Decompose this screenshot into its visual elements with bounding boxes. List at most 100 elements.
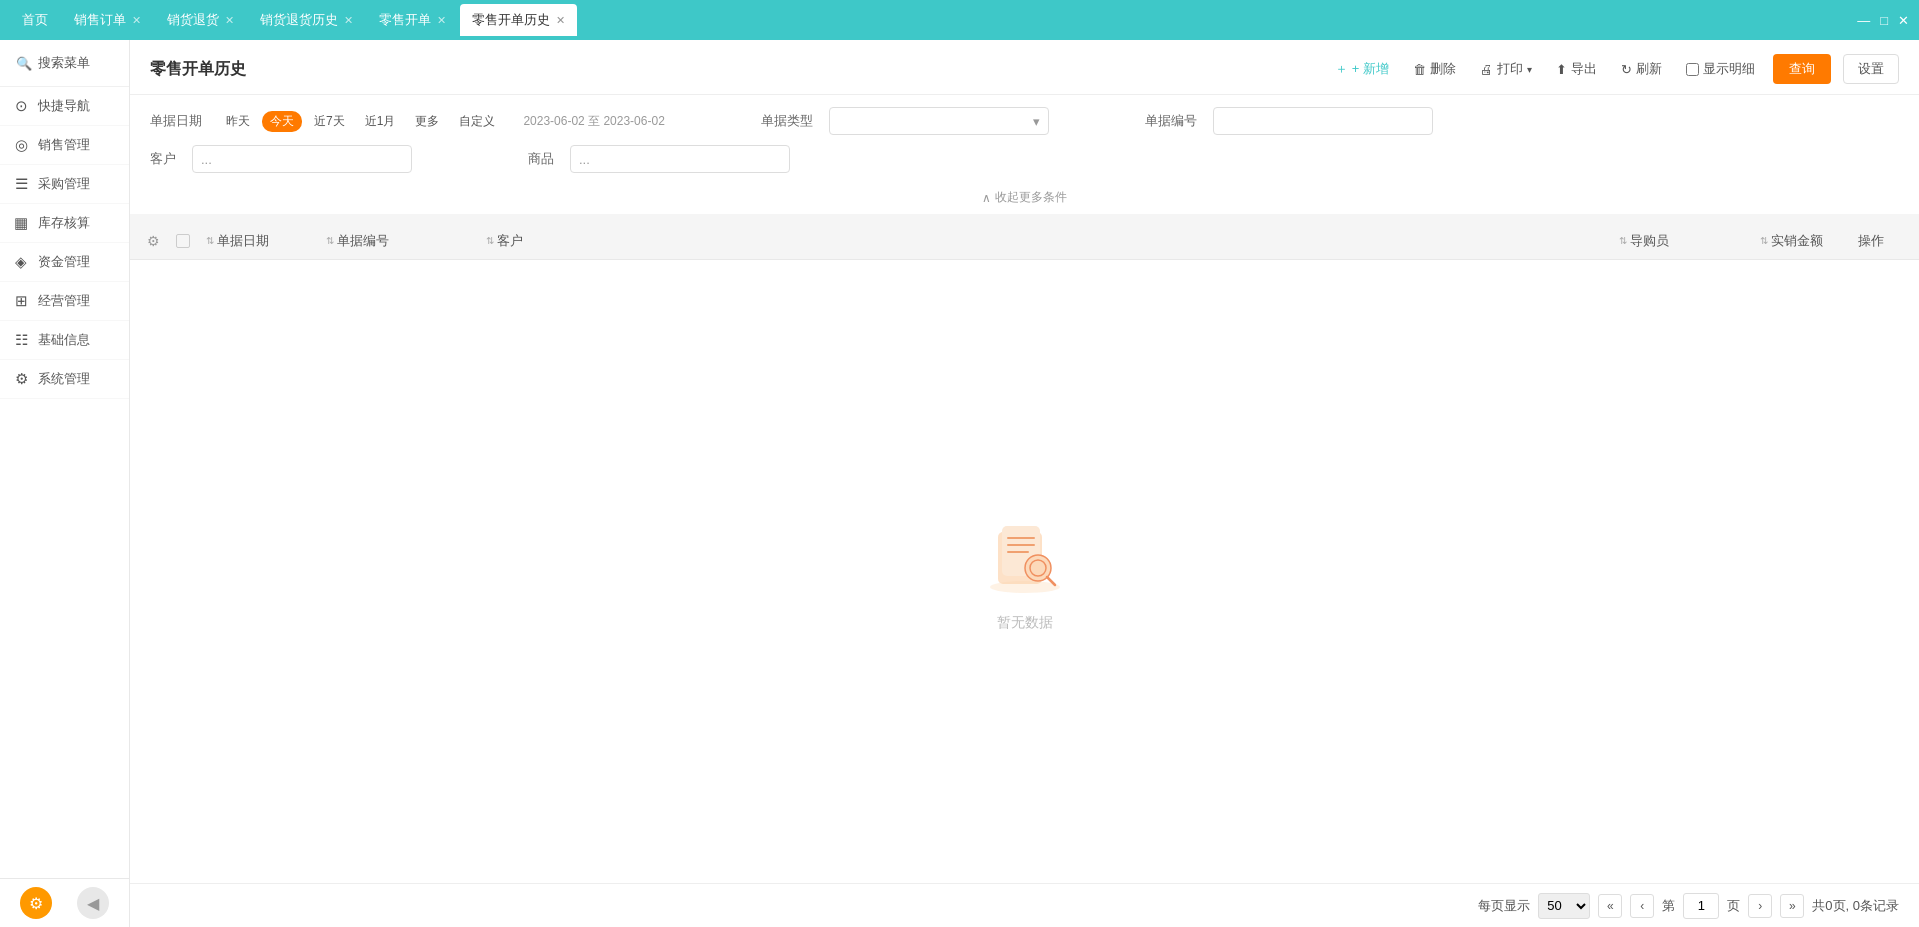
toolbar: ＋ + 新增 🗑 删除 🖨 打印 ▾ ⬆ 导出 ↻ [1329,54,1899,84]
chevron-down-icon: ▾ [1033,114,1040,129]
goods-label: 商品 [528,150,554,168]
date-btn-today[interactable]: 今天 [262,111,302,132]
sort-icon[interactable]: ⇅ [1760,235,1768,246]
sidebar-item-label: 采购管理 [38,175,90,193]
per-page-label: 每页显示 [1478,897,1530,915]
order-type-select[interactable]: ▾ [829,107,1049,135]
next-page-button[interactable]: › [1748,894,1772,918]
delete-button[interactable]: 🗑 删除 [1407,56,1462,82]
window-max-button[interactable]: □ [1880,13,1888,28]
goods-input[interactable]: ... [570,145,790,173]
sidebar-item-label: 销售管理 [38,136,90,154]
page-label-after: 页 [1727,897,1740,915]
display-detail-button[interactable]: 显示明细 [1680,56,1761,82]
query-button[interactable]: 查询 [1773,54,1831,84]
date-btn-1month[interactable]: 近1月 [357,111,404,132]
sidebar-item-system[interactable]: ⚙ 系统管理 [0,360,129,399]
print-button[interactable]: 🖨 打印 ▾ [1474,56,1538,82]
purchase-icon: ☰ [12,175,30,193]
sidebar-item-basic-info[interactable]: ☷ 基础信息 [0,321,129,360]
sort-icon[interactable]: ⇅ [1619,235,1627,246]
close-icon[interactable]: ✕ [225,14,234,27]
page-number-input[interactable] [1683,893,1719,919]
close-icon[interactable]: ✕ [437,14,446,27]
sidebar-nav: ⊙ 快捷导航 ◎ 销售管理 ☰ 采购管理 ▦ 库存核算 ◈ 资金管理 ⊞ 经营管… [0,87,129,878]
content-area: 零售开单历史 ＋ + 新增 🗑 删除 🖨 打印 ▾ ⬆ 导出 [130,40,1919,927]
empty-text: 暂无数据 [997,614,1053,632]
table-settings-icon[interactable]: ⚙ [147,233,160,249]
settings-form-button[interactable]: 设置 [1843,54,1899,84]
collapse-bar[interactable]: ∧ 收起更多条件 [150,183,1899,214]
tab-sales-order[interactable]: 销售订单 ✕ [62,4,153,36]
sort-icon[interactable]: ⇅ [206,235,214,246]
per-page-select[interactable]: 10 20 50 100 [1538,893,1590,919]
chevron-down-icon: ▾ [1527,64,1532,75]
sidebar-item-label: 库存核算 [38,214,90,232]
export-icon: ⬆ [1556,62,1567,77]
sidebar-item-inventory[interactable]: ▦ 库存核算 [0,204,129,243]
sidebar-search-item[interactable]: 🔍 搜索菜单 [8,48,121,78]
system-icon: ⚙ [12,370,30,388]
content-main: 单据日期 昨天 今天 近7天 近1月 更多 自定义 2023-06-02 至 2… [130,95,1919,927]
refresh-button[interactable]: ↻ 刷新 [1615,56,1668,82]
sidebar-item-label: 资金管理 [38,253,90,271]
th-checkbox[interactable] [168,234,198,248]
window-close-button[interactable]: ✕ [1898,13,1909,28]
export-button[interactable]: ⬆ 导出 [1550,56,1603,82]
order-num-input[interactable] [1213,107,1433,135]
empty-state: 暂无数据 [130,260,1919,883]
filter-row-1: 单据日期 昨天 今天 近7天 近1月 更多 自定义 2023-06-02 至 2… [150,107,1899,135]
window-controls: — □ ✕ [1857,13,1909,28]
first-page-button[interactable]: « [1598,894,1622,918]
sort-icon[interactable]: ⇅ [486,235,494,246]
th-settings[interactable]: ⚙ [138,233,168,249]
th-date: ⇅ 单据日期 [198,232,318,250]
page-header: 零售开单历史 ＋ + 新增 🗑 删除 🖨 打印 ▾ ⬆ 导出 [130,40,1919,95]
tab-retail-order[interactable]: 零售开单 ✕ [367,4,458,36]
sidebar-item-shortcut[interactable]: ⊙ 快捷导航 [0,87,129,126]
customer-input[interactable]: ... [192,145,412,173]
close-icon[interactable]: ✕ [344,14,353,27]
sidebar-search-section: 🔍 搜索菜单 [0,40,129,87]
sidebar-search-label: 搜索菜单 [38,54,90,72]
close-icon[interactable]: ✕ [132,14,141,27]
tab-sales-return-history[interactable]: 销货退货历史 ✕ [248,4,365,36]
sidebar-item-purchase[interactable]: ☰ 采购管理 [0,165,129,204]
collapse-sidebar-button[interactable]: ◀ [77,887,109,919]
customer-dots: ... [201,152,212,167]
sidebar-item-label: 快捷导航 [38,97,90,115]
sidebar: 🔍 搜索菜单 ⊙ 快捷导航 ◎ 销售管理 ☰ 采购管理 ▦ 库存核算 ◈ [0,40,130,927]
main-layout: 🔍 搜索菜单 ⊙ 快捷导航 ◎ 销售管理 ☰ 采购管理 ▦ 库存核算 ◈ [0,40,1919,927]
sidebar-item-sales[interactable]: ◎ 销售管理 [0,126,129,165]
shortcut-icon: ⊙ [12,97,30,115]
settings-button[interactable]: ⚙ [20,887,52,919]
table-container: ⚙ ⇅ 单据日期 ⇅ 单据编号 ⇅ 客户 [130,222,1919,927]
close-icon[interactable]: ✕ [556,14,565,27]
last-page-button[interactable]: » [1780,894,1804,918]
select-all-checkbox[interactable] [176,234,190,248]
th-guide: ⇅ 导购员 [1611,232,1711,250]
arrow-left-icon: ◀ [87,894,99,913]
new-button[interactable]: ＋ + 新增 [1329,56,1395,82]
tab-sales-return[interactable]: 销货退货 ✕ [155,4,246,36]
tab-retail-order-history[interactable]: 零售开单历史 ✕ [460,4,577,36]
print-icon: 🖨 [1480,62,1493,77]
date-btn-more[interactable]: 更多 [407,111,447,132]
window-min-button[interactable]: — [1857,13,1870,28]
filter-row-2: 客户 ... 商品 ... [150,145,1899,173]
tab-list: 首页 销售订单 ✕ 销货退货 ✕ 销货退货历史 ✕ 零售开单 ✕ 零售开单历史 … [10,4,1857,36]
sidebar-item-operations[interactable]: ⊞ 经营管理 [0,282,129,321]
filter-area: 单据日期 昨天 今天 近7天 近1月 更多 自定义 2023-06-02 至 2… [130,95,1919,214]
tab-home[interactable]: 首页 [10,4,60,36]
date-btn-yesterday[interactable]: 昨天 [218,111,258,132]
sidebar-item-finance[interactable]: ◈ 资金管理 [0,243,129,282]
date-btn-7days[interactable]: 近7天 [306,111,353,132]
th-order-num: ⇅ 单据编号 [318,232,478,250]
refresh-icon: ↻ [1621,62,1632,77]
prev-page-button[interactable]: ‹ [1630,894,1654,918]
sort-icon[interactable]: ⇅ [326,235,334,246]
date-btn-custom[interactable]: 自定义 [451,111,503,132]
display-checkbox[interactable] [1686,63,1699,76]
chevron-up-icon: ∧ [982,191,991,205]
table-header: ⚙ ⇅ 单据日期 ⇅ 单据编号 ⇅ 客户 [130,222,1919,260]
